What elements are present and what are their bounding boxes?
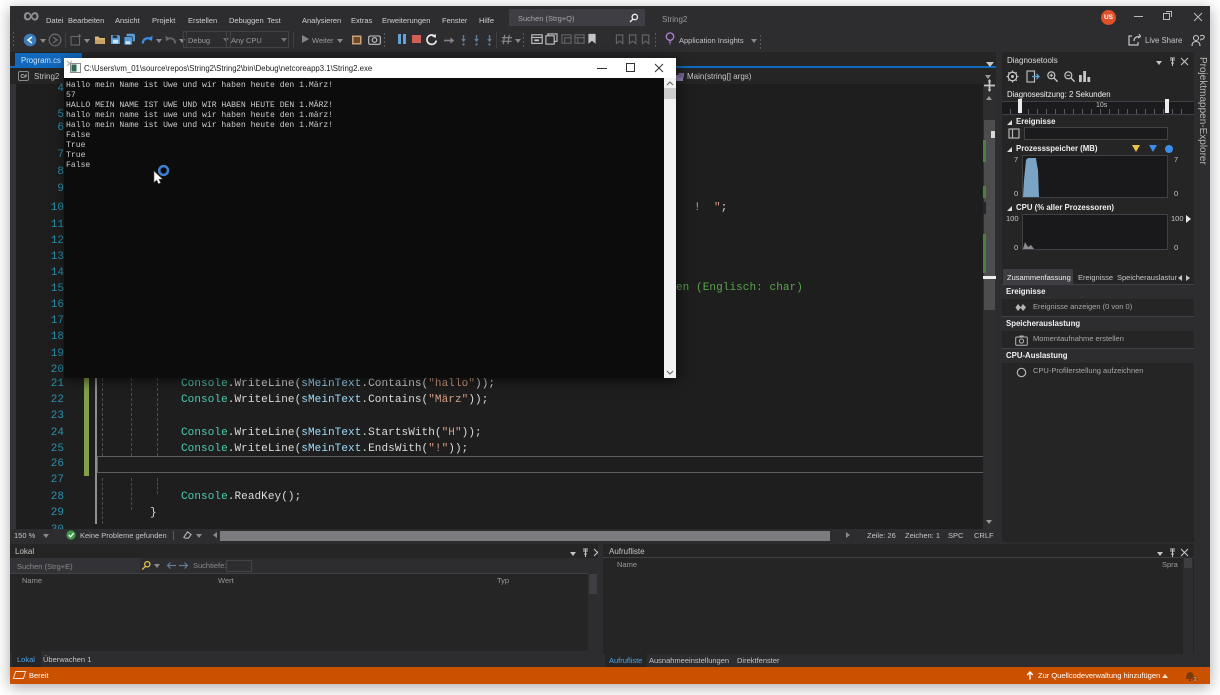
svg-text:2: 2 [1194, 677, 1197, 682]
